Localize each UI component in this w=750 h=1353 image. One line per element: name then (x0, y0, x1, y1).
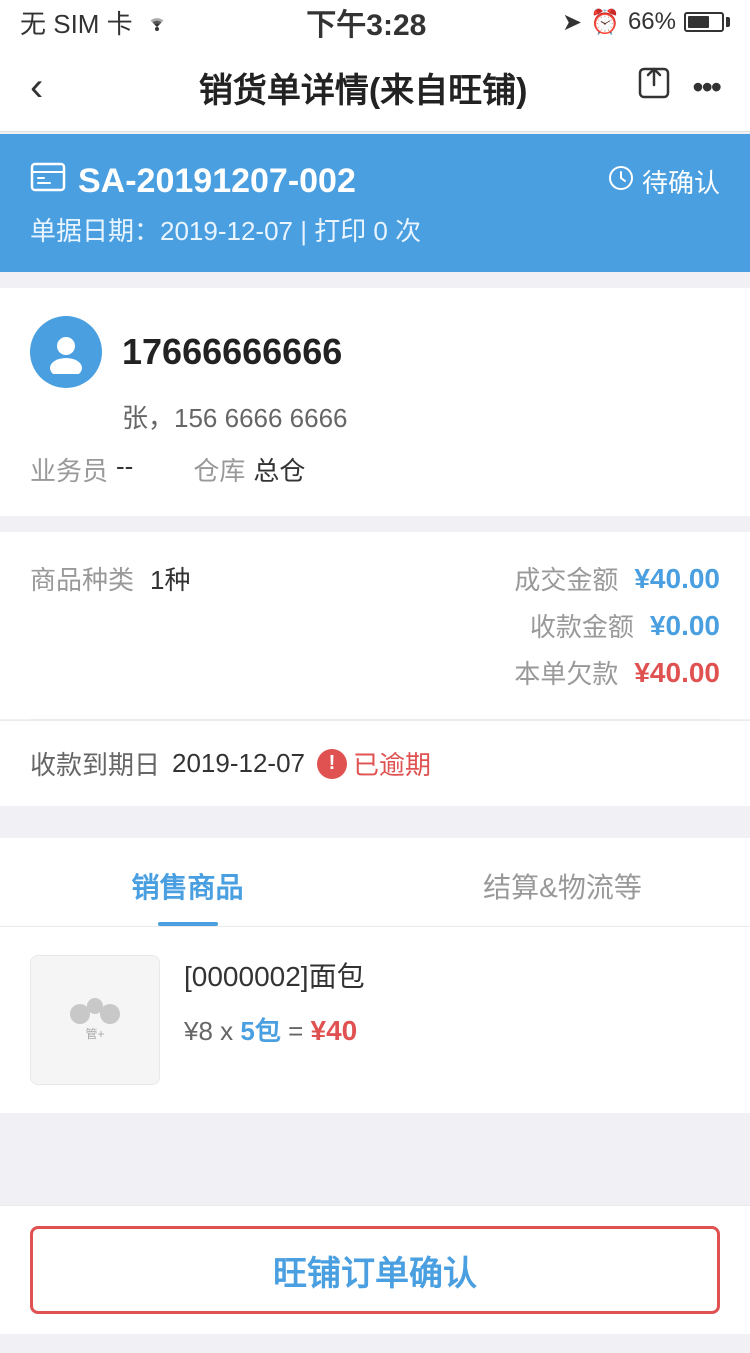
product-types-item: 商品种类 1种 (30, 560, 190, 597)
back-button[interactable]: ‹ (30, 65, 90, 110)
summary-left: 商品种类 1种 (30, 560, 190, 597)
overdue-text: 已逾期 (353, 745, 431, 782)
order-status: 待确认 (608, 163, 720, 200)
order-number: SA-20191207-002 (30, 162, 356, 201)
product-logo: 管+ (55, 986, 135, 1054)
owed-amount-row: 本单欠款 ¥40.00 (514, 654, 720, 691)
overdue-warning-icon: ! (317, 749, 347, 779)
price-equals: = (288, 1016, 310, 1046)
product-types-label: 商品种类 (30, 560, 134, 597)
status-right: ➤ ⏰ 66% (562, 8, 730, 37)
status-time: 下午3:28 (306, 0, 426, 44)
salesperson-value: -- (116, 451, 133, 488)
transaction-amount-row: 成交金额 ¥40.00 (514, 560, 720, 597)
order-icon (30, 162, 66, 201)
nav-bar: ‹ 销货单详情(来自旺铺) ••• (0, 44, 750, 132)
customer-top: 17666666666 (30, 316, 720, 388)
order-header: SA-20191207-002 待确认 单据日期：2019-12-07 | 打印… (0, 134, 750, 272)
tab-settlement-logistics[interactable]: 结算&物流等 (375, 838, 750, 926)
received-amount-label: 收款金额 (530, 607, 634, 644)
product-types-value: 1种 (150, 560, 190, 597)
salesperson-label: 业务员 (30, 451, 108, 488)
price-total: ¥40 (311, 1015, 358, 1046)
tab-sales-products[interactable]: 销售商品 (0, 838, 375, 926)
location-icon: ➤ (562, 8, 582, 37)
tab-underline (158, 922, 218, 926)
customer-phone: 17666666666 (122, 331, 342, 373)
transaction-amount-value: ¥40.00 (634, 563, 720, 595)
more-icon[interactable]: ••• (692, 69, 720, 106)
product-image: 管+ (30, 955, 160, 1085)
bottom-bar: 旺铺订单确认 (0, 1205, 750, 1334)
product-name: [0000002]面包 (184, 955, 720, 995)
warehouse-item: 仓库 总仓 (193, 451, 305, 488)
tab-bar: 销售商品 结算&物流等 (0, 838, 750, 927)
owed-amount-value: ¥40.00 (634, 657, 720, 689)
received-amount-row: 收款金额 ¥0.00 (530, 607, 720, 644)
share-icon[interactable] (636, 65, 672, 110)
summary-section: 商品种类 1种 成交金额 ¥40.00 收款金额 ¥0.00 本单欠款 ¥40.… (0, 532, 750, 719)
warehouse-label: 仓库 (193, 451, 245, 488)
owed-amount-label: 本单欠款 (514, 654, 618, 691)
customer-section: 17666666666 张，156 6666 6666 业务员 -- 仓库 总仓 (0, 288, 750, 516)
warehouse-value: 总仓 (253, 451, 305, 488)
status-bar: 无 SIM 卡 下午3:28 ➤ ⏰ 66% (0, 0, 750, 44)
overdue-badge: ! 已逾期 (317, 745, 431, 782)
carrier-text: 无 SIM 卡 (20, 4, 133, 41)
order-date: 单据日期：2019-12-07 | 打印 0 次 (30, 211, 720, 248)
section-divider-2 (0, 806, 750, 822)
product-price: ¥8 x 5包 = ¥40 (184, 1011, 720, 1048)
price-quantity: 5包 (240, 1016, 280, 1046)
due-label: 收款到期日 (30, 745, 160, 782)
price-base: ¥8 x (184, 1016, 240, 1046)
due-section: 收款到期日 2019-12-07 ! 已逾期 (0, 720, 750, 806)
page-title: 销货单详情(来自旺铺) (199, 63, 528, 112)
customer-name-info: 张，156 6666 6666 (122, 398, 720, 435)
nav-actions: ••• (636, 65, 720, 110)
avatar (30, 316, 102, 388)
confirm-order-button[interactable]: 旺铺订单确认 (30, 1226, 720, 1314)
transaction-amount-label: 成交金额 (514, 560, 618, 597)
salesperson-item: 业务员 -- (30, 451, 133, 488)
battery-percent: 66% (628, 8, 676, 36)
order-header-top: SA-20191207-002 待确认 (30, 162, 720, 201)
customer-meta: 业务员 -- 仓库 总仓 (30, 451, 720, 488)
section-divider-1 (0, 516, 750, 532)
product-info: [0000002]面包 ¥8 x 5包 = ¥40 (184, 955, 720, 1048)
status-left: 无 SIM 卡 (20, 4, 171, 41)
alarm-icon: ⏰ (590, 8, 620, 37)
wifi-icon (143, 7, 171, 38)
due-date-value: 2019-12-07 (172, 748, 305, 779)
received-amount-value: ¥0.00 (650, 610, 720, 642)
battery-icon (684, 12, 730, 32)
svg-text:管+: 管+ (85, 1026, 104, 1041)
product-section: 管+ [0000002]面包 ¥8 x 5包 = ¥40 (0, 927, 750, 1113)
clock-icon (608, 165, 634, 198)
summary-right: 成交金额 ¥40.00 收款金额 ¥0.00 本单欠款 ¥40.00 (514, 560, 720, 691)
